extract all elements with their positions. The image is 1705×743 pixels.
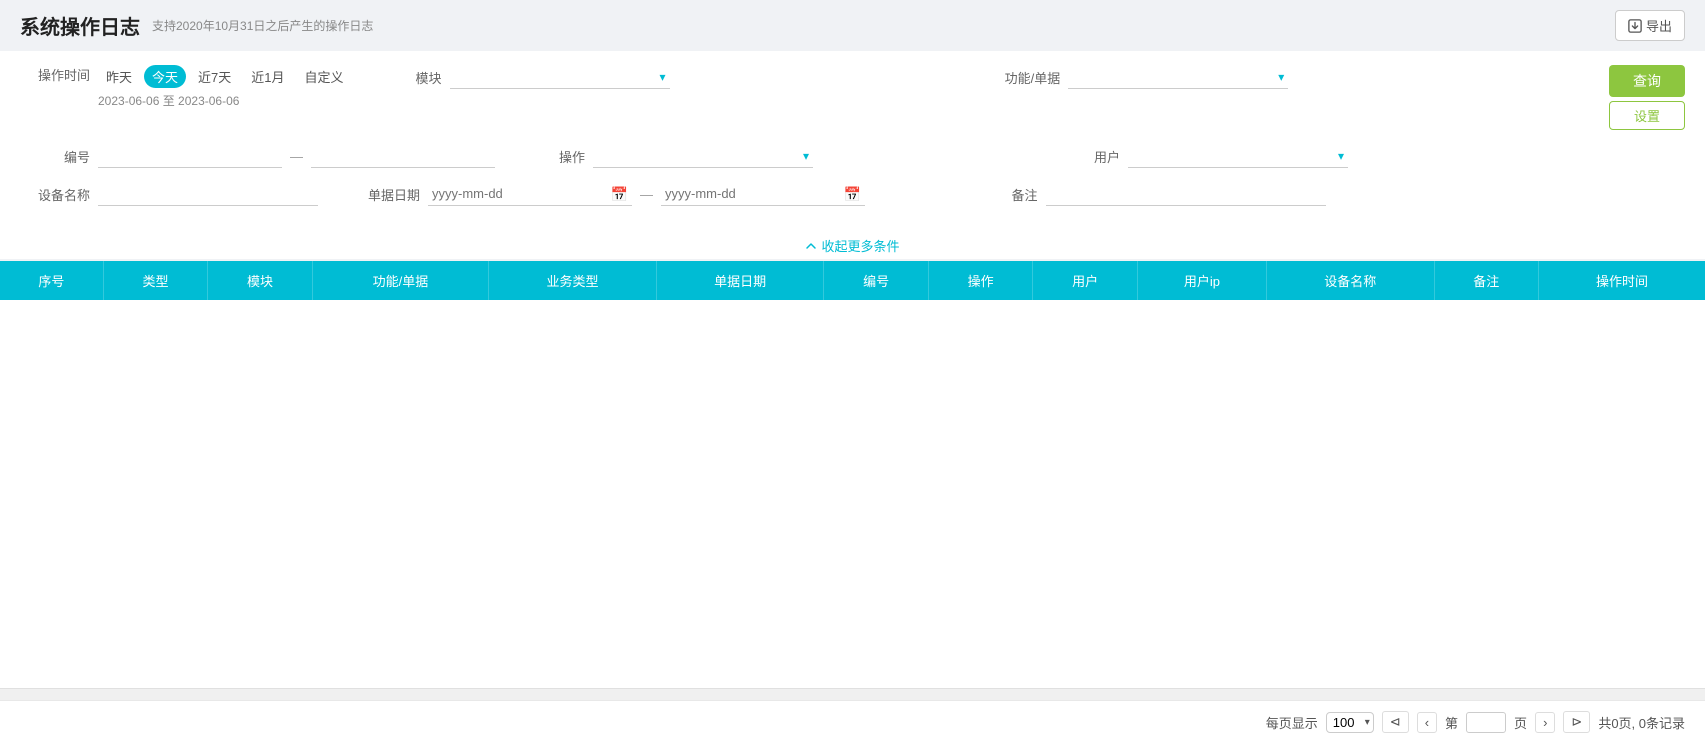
voucher-date-label: 单据日期 [350, 185, 420, 204]
col-remark: 备注 [1434, 261, 1538, 300]
remark-label: 备注 [968, 185, 1038, 204]
col-optime: 操作时间 [1539, 261, 1705, 300]
operation-select-wrapper: ▾ [593, 144, 813, 168]
collapse-row: 收起更多条件 [20, 228, 1685, 259]
voucher-date-start-input[interactable] [428, 182, 632, 206]
yesterday-btn[interactable]: 昨天 [98, 65, 140, 88]
col-voucherdate: 单据日期 [656, 261, 824, 300]
table-header-row: 序号 类型 模块 功能/单据 业务类型 单据日期 编号 操作 用户 用户ip 设… [0, 261, 1705, 300]
date-dash: — [640, 187, 653, 202]
export-button[interactable]: 导出 [1615, 10, 1685, 41]
user-label: 用户 [1050, 147, 1120, 166]
last7-btn[interactable]: 近7天 [190, 65, 239, 88]
time-label: 操作时间 [20, 65, 90, 84]
col-number: 编号 [824, 261, 928, 300]
data-table: 序号 类型 模块 功能/单据 业务类型 单据日期 编号 操作 用户 用户ip 设… [0, 261, 1705, 300]
custom-btn[interactable]: 自定义 [297, 65, 352, 88]
filter-row-2: 编号 — 操作 ▾ 用户 [20, 144, 1685, 168]
voucher-date-end-input[interactable] [661, 182, 865, 206]
page-size-label: 每页显示 [1266, 713, 1318, 732]
page-size-wrapper: 100 50 200 ▾ [1326, 712, 1374, 733]
col-devicename: 设备名称 [1266, 261, 1434, 300]
operation-label: 操作 [515, 147, 585, 166]
user-select-wrapper: ▾ [1128, 144, 1348, 168]
pagination-bar: 每页显示 100 50 200 ▾ ⊲ ‹ 第 1 页 › ⊳ 共0页, 0条记… [0, 700, 1705, 743]
module-select[interactable] [450, 65, 670, 89]
voucher-date-end-wrapper: 📅 [661, 182, 865, 206]
time-buttons: 昨天 今天 近7天 近1月 自定义 [98, 65, 352, 88]
page-subtitle: 支持2020年10月31日之后产生的操作日志 [152, 17, 373, 34]
page-size-select[interactable]: 100 50 200 [1326, 712, 1374, 733]
col-type: 类型 [103, 261, 207, 300]
filter-section: 操作时间 昨天 今天 近7天 近1月 自定义 2023-06-06 至 2023… [0, 51, 1705, 259]
export-icon [1628, 19, 1642, 33]
function-select-wrapper: ▾ [1068, 65, 1288, 89]
operation-select[interactable] [593, 144, 813, 168]
page-unit: 页 [1514, 713, 1527, 732]
col-user: 用户 [1033, 261, 1137, 300]
user-select[interactable] [1128, 144, 1348, 168]
voucher-date-start-wrapper: 📅 [428, 182, 632, 206]
pagination-summary: 共0页, 0条记录 [1598, 713, 1685, 732]
collapse-button[interactable]: 收起更多条件 [805, 236, 899, 255]
number-label: 编号 [20, 147, 90, 166]
col-biztype: 业务类型 [489, 261, 657, 300]
col-function: 功能/单据 [312, 261, 488, 300]
prev-page-button[interactable]: ‹ [1417, 712, 1437, 733]
page-header: 系统操作日志 支持2020年10月31日之后产生的操作日志 导出 [0, 0, 1705, 51]
number-start-input[interactable] [98, 144, 282, 168]
next-page-button[interactable]: › [1535, 712, 1555, 733]
number-end-input[interactable] [311, 144, 495, 168]
chevron-up-icon [805, 240, 817, 252]
settings-button[interactable]: 设置 [1609, 101, 1685, 130]
number-dash: — [290, 149, 303, 164]
page-number-input[interactable]: 1 [1466, 712, 1506, 733]
page-title: 系统操作日志 [20, 11, 140, 40]
time-range-text: 2023-06-06 至 2023-06-06 [98, 92, 352, 109]
module-select-wrapper: ▾ [450, 65, 670, 89]
table-container: 序号 类型 模块 功能/单据 业务类型 单据日期 编号 操作 用户 用户ip 设… [0, 261, 1705, 688]
horizontal-scrollbar[interactable] [0, 688, 1705, 700]
col-seq: 序号 [0, 261, 103, 300]
query-button[interactable]: 查询 [1609, 65, 1685, 97]
module-label: 模块 [372, 68, 442, 87]
col-userip: 用户ip [1137, 261, 1266, 300]
first-page-button[interactable]: ⊲ [1382, 711, 1409, 733]
function-label: 功能/单据 [990, 68, 1060, 87]
device-label: 设备名称 [20, 185, 90, 204]
filter-row-1: 操作时间 昨天 今天 近7天 近1月 自定义 2023-06-06 至 2023… [20, 65, 1685, 130]
col-module: 模块 [208, 261, 312, 300]
device-input[interactable] [98, 182, 318, 206]
calendar-start-icon[interactable]: 📅 [611, 186, 628, 203]
filter-row-3: 设备名称 单据日期 📅 — 📅 备注 [20, 182, 1685, 214]
last1month-btn[interactable]: 近1月 [243, 65, 292, 88]
today-btn[interactable]: 今天 [144, 65, 186, 88]
remark-input[interactable] [1046, 182, 1326, 206]
page-label: 第 [1445, 713, 1458, 732]
calendar-end-icon[interactable]: 📅 [844, 186, 861, 203]
page-container: 系统操作日志 支持2020年10月31日之后产生的操作日志 导出 操作时间 昨天… [0, 0, 1705, 743]
last-page-button[interactable]: ⊳ [1563, 711, 1590, 733]
action-buttons: 查询 设置 [1609, 65, 1685, 130]
function-select[interactable] [1068, 65, 1288, 89]
col-operation: 操作 [928, 261, 1032, 300]
